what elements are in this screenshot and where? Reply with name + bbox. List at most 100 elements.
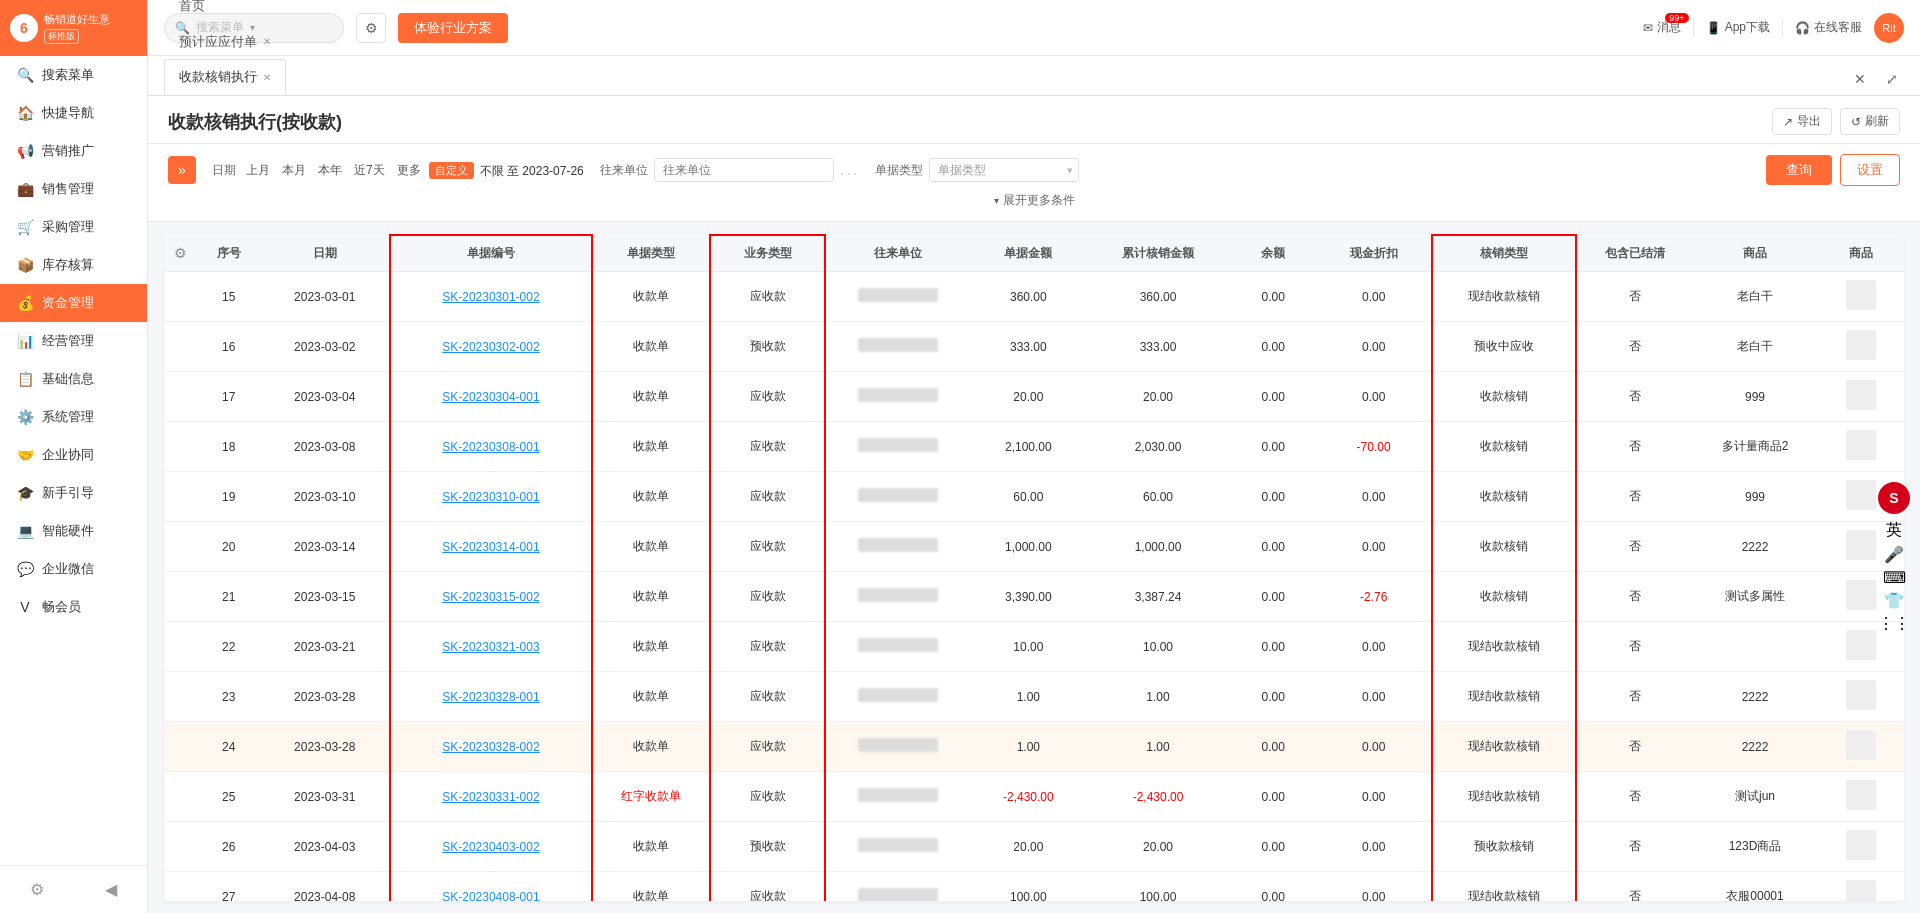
topbar-messages[interactable]: ✉ 消息 99+ [1643,19,1681,36]
table-row[interactable]: 182023-03-08SK-20230308-001收款单应收款2,100.0… [164,422,1904,472]
table-row[interactable]: 232023-03-28SK-20230328-001收款单应收款1.001.0… [164,672,1904,722]
sidebar-item-member[interactable]: V畅会员 [0,588,147,626]
table-row[interactable]: 172023-03-04SK-20230304-001收款单应收款20.0020… [164,372,1904,422]
doc-no-link[interactable]: SK-20230408-001 [442,890,539,902]
row-settings[interactable] [164,822,197,872]
row-sn: 25 [197,772,260,822]
doctype-select[interactable]: 单据类型 [929,158,1079,182]
setting-button[interactable]: 设置 [1840,154,1900,186]
counterparty-dots-icon[interactable]: ... [840,161,859,179]
sidebar-item-wechat[interactable]: 💬企业微信 [0,550,147,588]
sidebar-item-marketing[interactable]: 📢营销推广 [0,132,147,170]
date-btn-more[interactable]: 更多 [393,160,425,181]
doc-no-link[interactable]: SK-20230328-001 [442,690,539,704]
sidebar-settings-btn[interactable]: ⚙ [24,874,50,905]
sidebar-item-finance[interactable]: 💰资金管理 [0,284,147,322]
table-row[interactable]: 262023-04-03SK-20230403-002收款单预收款20.0020… [164,822,1904,872]
doc-no-link[interactable]: SK-20230304-001 [442,390,539,404]
row-settings[interactable] [164,672,197,722]
row-settings[interactable] [164,572,197,622]
tab-close-prepay[interactable]: ✕ [263,36,271,47]
date-btn-this-year[interactable]: 本年 [314,160,346,181]
sidebar-item-quick[interactable]: 🏠快捷导航 [0,94,147,132]
date-btn-7days[interactable]: 近7天 [350,160,389,181]
sogou-icon[interactable]: S [1878,482,1910,514]
row-settings[interactable] [164,622,197,672]
row-settings[interactable] [164,322,197,372]
column-settings[interactable]: ⚙ [164,235,197,272]
filter-expand-button[interactable]: 展开更多条件 [994,192,1075,209]
sidebar-item-operation[interactable]: 📊经营管理 [0,322,147,360]
sidebar-item-purchase[interactable]: 🛒采购管理 [0,208,147,246]
shirt-icon[interactable]: 👕 [1884,591,1904,610]
sidebar-item-system[interactable]: ⚙️系统管理 [0,398,147,436]
floating-toolbar: S 英 🎤 ⌨ 👕 ⋮⋮ [1878,482,1910,633]
topbar-service[interactable]: 🎧 在线客服 [1795,19,1862,36]
row-settings[interactable] [164,522,197,572]
sidebar-item-hardware[interactable]: 💻智能硬件 [0,512,147,550]
column-settings-btn[interactable]: ⚙ [174,245,187,261]
doc-no-link[interactable]: SK-20230328-002 [442,740,539,754]
topbar-app-download[interactable]: 📱 App下载 [1706,19,1770,36]
tab-expand-btn[interactable]: ⤢ [1880,67,1904,91]
row-cancel-type: 现结收款核销 [1432,622,1576,672]
tab-prepay[interactable]: 预计应应付单✕ [164,23,286,59]
row-settings[interactable] [164,772,197,822]
mic-icon[interactable]: 🎤 [1884,545,1904,564]
doc-no-link[interactable]: SK-20230315-002 [442,590,539,604]
doc-no-link[interactable]: SK-20230302-002 [442,340,539,354]
doc-no-link[interactable]: SK-20230314-001 [442,540,539,554]
table-row[interactable]: 162023-03-02SK-20230302-002收款单预收款333.003… [164,322,1904,372]
table-row[interactable]: 152023-03-01SK-20230301-002收款单应收款360.003… [164,272,1904,322]
doc-no-link[interactable]: SK-20230403-002 [442,840,539,854]
sidebar-item-corp[interactable]: 🤝企业协同 [0,436,147,474]
table-row[interactable]: 212023-03-15SK-20230315-002收款单应收款3,390.0… [164,572,1904,622]
doc-no-link[interactable]: SK-20230308-001 [442,440,539,454]
tab-home[interactable]: 首页 [164,0,286,23]
row-settings[interactable] [164,472,197,522]
sidebar-item-inventory[interactable]: 📦库存核算 [0,246,147,284]
table-row[interactable]: 272023-04-08SK-20230408-001收款单应收款100.001… [164,872,1904,902]
solution-button[interactable]: 体验行业方案 [398,13,508,43]
table-row[interactable]: 192023-03-10SK-20230310-001收款单应收款60.0060… [164,472,1904,522]
table-row[interactable]: 242023-03-28SK-20230328-002收款单应收款1.001.0… [164,722,1904,772]
doc-no-link[interactable]: SK-20230321-003 [442,640,539,654]
row-balance: 0.00 [1230,672,1316,722]
sidebar-item-sales[interactable]: 💼销售管理 [0,170,147,208]
doc-no-link[interactable]: SK-20230310-001 [442,490,539,504]
query-button[interactable]: 查询 [1766,155,1832,185]
date-custom-button[interactable]: 自定义 [429,162,474,179]
filter-toggle-button[interactable]: » [168,156,196,184]
logo-text-block: 畅销道好生意 标推版 [44,12,110,44]
keyboard-icon[interactable]: ⌨ [1883,568,1906,587]
grid-icon[interactable]: ⋮⋮ [1878,614,1910,633]
table-row[interactable]: 252023-03-31SK-20230331-002红字收款单应收款-2,43… [164,772,1904,822]
doc-no-link[interactable]: SK-20230331-002 [442,790,539,804]
row-settings[interactable] [164,372,197,422]
sidebar-collapse-btn[interactable]: ◀ [99,874,123,905]
table-row[interactable]: 202023-03-14SK-20230314-001收款单应收款1,000.0… [164,522,1904,572]
row-settings[interactable] [164,272,197,322]
date-btn-last-month[interactable]: 上月 [242,160,274,181]
sidebar-item-label: 企业微信 [42,560,94,578]
table-row[interactable]: 222023-03-21SK-20230321-003收款单应收款10.0010… [164,622,1904,672]
date-btn-this-month[interactable]: 本月 [278,160,310,181]
sidebar-item-guide[interactable]: 🎓新手引导 [0,474,147,512]
sidebar-item-basic[interactable]: 📋基础信息 [0,360,147,398]
row-settings[interactable] [164,872,197,902]
sidebar-item-search[interactable]: 🔍搜索菜单 [0,56,147,94]
tab-close-btn[interactable]: ✕ [1848,67,1872,91]
doc-no-link[interactable]: SK-20230301-002 [442,290,539,304]
row-settings[interactable] [164,422,197,472]
tab-receipts[interactable]: 收款核销执行✕ [164,59,286,95]
english-icon[interactable]: 英 [1886,520,1902,541]
export-button[interactable]: ↗ 导出 [1772,108,1832,135]
row-settings[interactable] [164,722,197,772]
refresh-button[interactable]: ↺ 刷新 [1840,108,1900,135]
filter-row: » 日期 上月 本月 本年 近7天 更多 自定义 不限 至 2023-07-26 [168,154,1900,186]
counterparty-input[interactable] [654,158,834,182]
tab-close-receipts[interactable]: ✕ [263,72,271,83]
user-avatar[interactable]: Rit [1874,13,1904,43]
logo-icon: 6 [10,14,38,42]
topbar-gear-btn[interactable]: ⚙ [356,13,386,43]
